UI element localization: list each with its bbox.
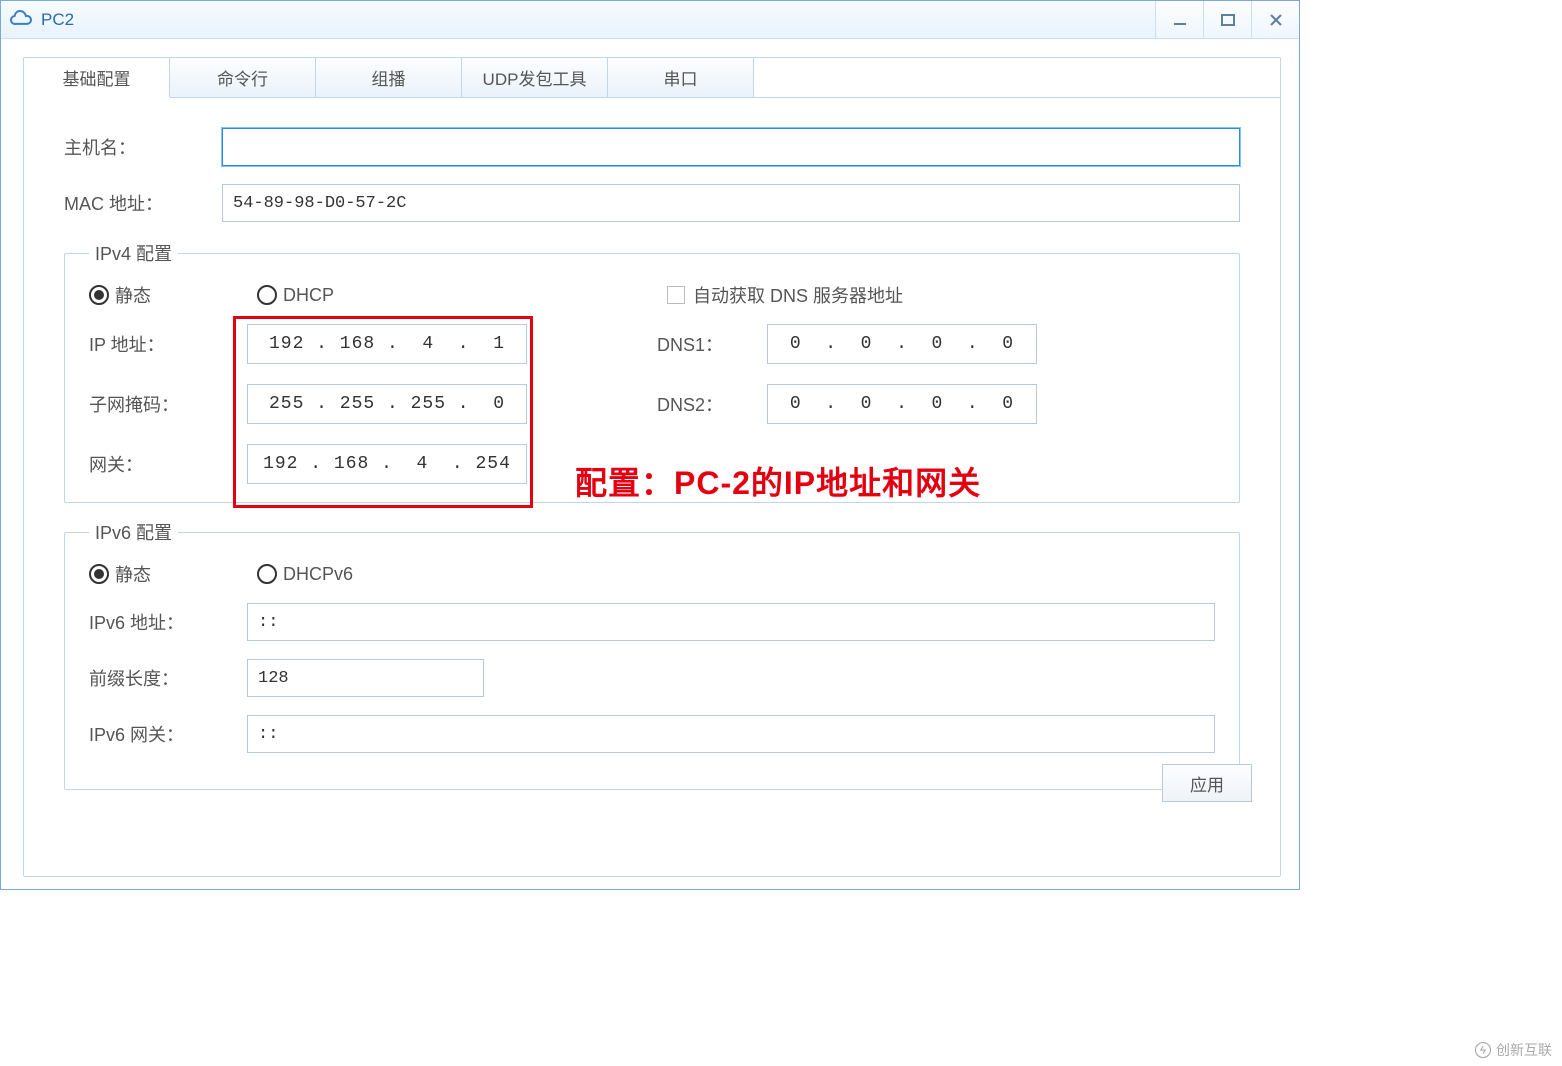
dns2-input[interactable]: 0 . 0 . 0 . 0 [767,384,1037,424]
radio-icon [257,564,277,584]
app-icon [9,8,33,32]
watermark: 创新互联 [1474,1040,1552,1060]
tab-udp-tool[interactable]: UDP发包工具 [462,58,608,97]
ipv6-legend: IPv6 配置 [89,519,178,545]
window-buttons [1155,1,1299,38]
ipv6-gateway-label: IPv6 网关： [89,721,247,747]
apply-button[interactable]: 应用 [1162,764,1252,802]
ipv4-auto-dns-check[interactable]: 自动获取 DNS 服务器地址 [667,282,903,308]
client-area: 基础配置 命令行 组播 UDP发包工具 串口 主机名： MAC 地址： IPv4… [23,57,1281,877]
ipv6-prefix-input[interactable] [247,659,484,697]
tab-strip: 基础配置 命令行 组播 UDP发包工具 串口 [24,58,1280,98]
ipv4-legend: IPv4 配置 [89,240,178,266]
app-window: PC2 基础配置 命令行 组播 UDP发包工具 串口 主机名： [0,0,1300,890]
subnet-mask-label: 子网掩码： [89,391,247,417]
dns1-input[interactable]: 0 . 0 . 0 . 0 [767,324,1037,364]
ipv6-prefix-label: 前缀长度： [89,665,247,691]
mac-input[interactable] [222,184,1240,222]
content-panel: 主机名： MAC 地址： IPv4 配置 静态 DHCP [24,98,1280,816]
gateway-input[interactable]: 192 . 168 . 4 . 254 [247,444,527,484]
ipv4-static-radio[interactable]: 静态 [89,282,247,308]
ipv6-fieldset: IPv6 配置 静态 DHCPv6 IPv6 地址： 前 [64,519,1240,790]
ip-address-input[interactable]: 192 . 168 . 4 . 1 [247,324,527,364]
ipv4-dhcp-label: DHCP [283,285,334,306]
ipv6-dhcp-radio[interactable]: DHCPv6 [257,564,353,585]
ipv4-fieldset: IPv4 配置 静态 DHCP 自动获取 DNS 服务器地址 [64,240,1240,503]
close-button[interactable] [1251,1,1299,38]
minimize-button[interactable] [1155,1,1203,38]
radio-selected-icon [89,285,109,305]
tab-serial[interactable]: 串口 [608,58,754,97]
ipv4-dhcp-radio[interactable]: DHCP [257,285,657,306]
window-title: PC2 [41,10,1155,30]
ipv6-address-input[interactable] [247,603,1215,641]
hostname-label: 主机名： [64,134,222,160]
ipv6-dhcp-label: DHCPv6 [283,564,353,585]
mac-label: MAC 地址： [64,190,222,216]
dns1-label: DNS1： [657,331,767,357]
radio-selected-icon [89,564,109,584]
ipv4-auto-dns-label: 自动获取 DNS 服务器地址 [693,282,903,308]
subnet-mask-input[interactable]: 255 . 255 . 255 . 0 [247,384,527,424]
tab-cli[interactable]: 命令行 [170,58,316,97]
gateway-label: 网关： [89,451,247,477]
maximize-button[interactable] [1203,1,1251,38]
ipv6-static-label: 静态 [115,561,151,587]
watermark-text: 创新互联 [1496,1040,1552,1060]
dns2-label: DNS2： [657,391,767,417]
titlebar: PC2 [1,1,1299,39]
radio-icon [257,285,277,305]
checkbox-icon [667,286,685,304]
ipv6-gateway-input[interactable] [247,715,1215,753]
ipv6-static-radio[interactable]: 静态 [89,561,247,587]
ip-address-label: IP 地址： [89,331,247,357]
tab-multicast[interactable]: 组播 [316,58,462,97]
annotation-text: 配置：PC-2的IP地址和网关 [575,458,981,504]
tab-basic-config[interactable]: 基础配置 [24,58,170,98]
hostname-input[interactable] [222,128,1240,166]
ipv6-address-label: IPv6 地址： [89,609,247,635]
ipv4-static-label: 静态 [115,282,151,308]
